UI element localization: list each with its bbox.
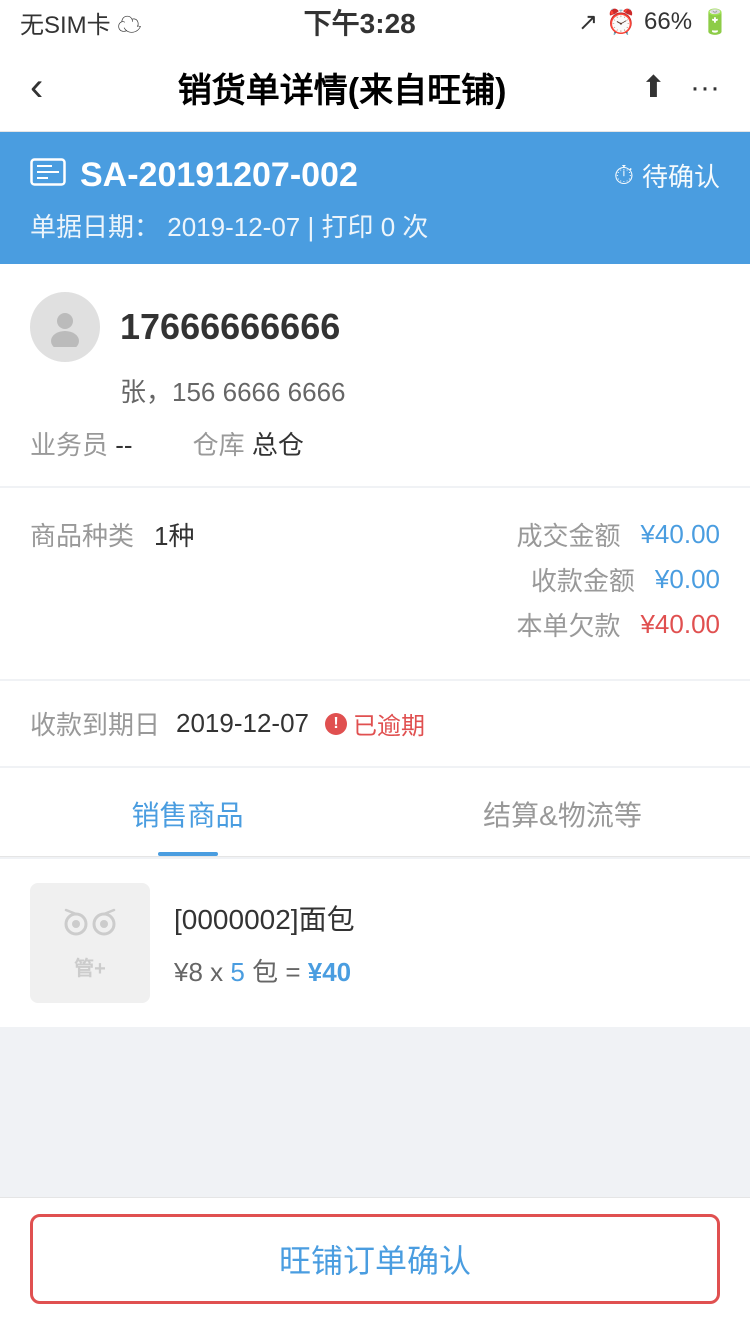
warehouse-label: 仓库	[193, 430, 245, 460]
status-left: 无SIM卡 ☁	[20, 5, 141, 40]
nav-actions: ⬆ ···	[641, 70, 720, 105]
received-value: ¥0.00	[655, 564, 720, 595]
status-right: ↗ ⏰ 66% 🔋	[578, 8, 730, 37]
customer-phone[interactable]: 17666666666	[120, 306, 340, 348]
debt-row: 本单欠款 ¥40.00	[516, 606, 720, 643]
summary-left: 商品种类 1种	[30, 516, 194, 553]
price-value: ¥8	[174, 957, 203, 987]
amount-value: ¥40.00	[640, 519, 720, 550]
order-doc-icon	[30, 156, 66, 195]
brand-logo: 管+	[60, 906, 120, 981]
print-unit: 次	[402, 212, 428, 242]
product-kind-value: 1种	[154, 516, 194, 553]
salesperson-value: --	[115, 430, 132, 460]
customer-name: 张，156 6666 6666	[30, 372, 720, 409]
confirm-button[interactable]: 旺铺订单确认	[30, 1214, 720, 1304]
product-thumbnail: 管+	[30, 883, 150, 1003]
share-button[interactable]: ⬆	[641, 70, 666, 105]
debt-label: 本单欠款	[516, 606, 620, 643]
warehouse-value: 总仓	[252, 430, 304, 460]
signal-icon: ↗	[578, 8, 598, 37]
order-status: ⏱ 待确认	[614, 157, 720, 194]
product-section: 管+ [0000002]面包 ¥8 x 5 包 = ¥40	[0, 859, 750, 1027]
customer-meta: 业务员 -- 仓库 总仓	[30, 425, 720, 462]
tab-products[interactable]: 销售商品	[0, 768, 375, 856]
sim-label: 无SIM卡 ☁	[20, 5, 141, 40]
summary-right: 成交金额 ¥40.00 收款金额 ¥0.00 本单欠款 ¥40.00	[516, 516, 720, 651]
order-date-value: 2019-12-07	[167, 212, 300, 242]
price-eq: =	[285, 957, 307, 987]
status-text: 待确认	[642, 157, 720, 194]
amount-label: 成交金额	[516, 516, 620, 553]
tab-settlement[interactable]: 结算&物流等	[375, 768, 750, 856]
status-time: 下午3:28	[304, 2, 416, 42]
salesperson-label: 业务员	[30, 430, 108, 460]
back-button[interactable]: ‹	[30, 65, 43, 110]
product-qty: 5	[230, 957, 244, 987]
product-total: ¥40	[308, 957, 351, 987]
due-section: 收款到期日 2019-12-07 ! 已逾期	[0, 681, 750, 766]
logo-eyes	[60, 906, 120, 950]
order-header: SA-20191207-002 ⏱ 待确认 单据日期： 2019-12-07 |…	[0, 132, 750, 264]
more-button[interactable]: ···	[690, 71, 720, 105]
product-item: 管+ [0000002]面包 ¥8 x 5 包 = ¥40	[30, 883, 720, 1003]
summary-section: 商品种类 1种 成交金额 ¥40.00 收款金额 ¥0.00 本单欠款 ¥40.…	[0, 488, 750, 679]
battery-icon: 🔋	[700, 8, 730, 37]
amount-row: 成交金额 ¥40.00	[516, 516, 720, 553]
price-x: x	[210, 957, 230, 987]
tabs-section: 销售商品 结算&物流等	[0, 768, 750, 857]
bottom-bar: 旺铺订单确认	[0, 1197, 750, 1334]
overdue-icon: !	[325, 713, 347, 735]
print-label: 打印	[321, 212, 373, 242]
product-price: ¥8 x 5 包 = ¥40	[174, 952, 720, 989]
battery-label: 66%	[644, 8, 692, 36]
received-label: 收款金额	[531, 561, 635, 598]
customer-section: 17666666666 张，156 6666 6666 业务员 -- 仓库 总仓	[0, 264, 750, 486]
print-count: 0	[381, 212, 395, 242]
due-label: 收款到期日	[30, 705, 160, 742]
status-bar: 无SIM卡 ☁ 下午3:28 ↗ ⏰ 66% 🔋	[0, 0, 750, 44]
debt-value: ¥40.00	[640, 609, 720, 640]
separator: |	[307, 212, 321, 242]
product-kind-label: 商品种类	[30, 516, 134, 553]
tabs-row: 销售商品 结算&物流等	[0, 768, 750, 857]
product-name: [0000002]面包	[174, 898, 720, 938]
clock-icon: ⏰	[606, 8, 636, 37]
avatar	[30, 292, 100, 362]
order-id: SA-20191207-002	[30, 156, 358, 195]
product-info: [0000002]面包 ¥8 x 5 包 = ¥40	[174, 898, 720, 989]
order-date-row: 单据日期： 2019-12-07 | 打印 0 次	[30, 207, 720, 244]
received-row: 收款金额 ¥0.00	[516, 561, 720, 598]
overdue-badge: ! 已逾期	[325, 706, 425, 741]
product-kind-row: 商品种类 1种	[30, 516, 194, 553]
overdue-text: 已逾期	[353, 706, 425, 741]
status-clock-icon: ⏱	[614, 160, 634, 192]
order-id-text: SA-20191207-002	[80, 156, 358, 195]
price-unit: 包	[252, 957, 278, 987]
page-title: 销货单详情(来自旺铺)	[178, 63, 507, 112]
due-date-value: 2019-12-07	[176, 708, 309, 739]
logo-text: 管+	[74, 952, 106, 981]
nav-bar: ‹ 销货单详情(来自旺铺) ⬆ ···	[0, 44, 750, 132]
date-label: 单据日期：	[30, 212, 160, 242]
